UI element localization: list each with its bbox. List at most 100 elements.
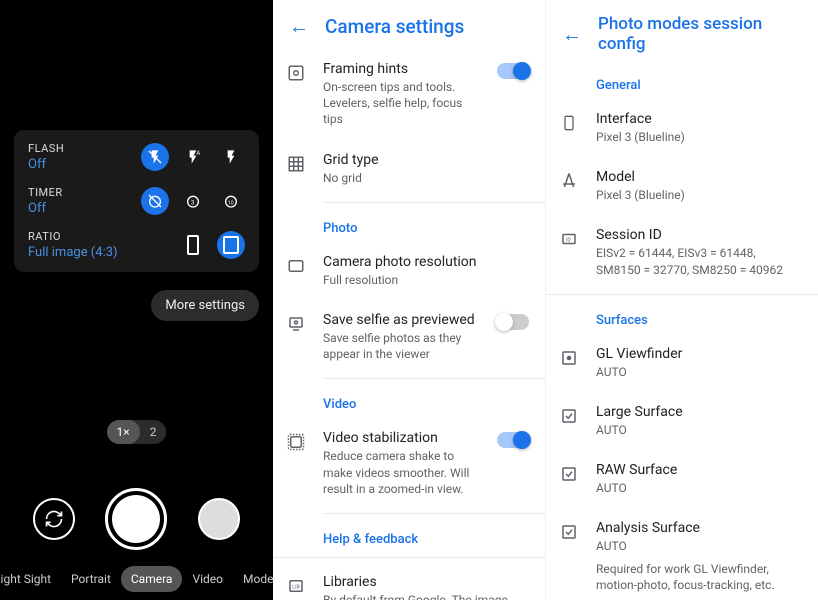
- config-title: Photo modes session config: [598, 14, 802, 54]
- zoom-1x[interactable]: 1×: [107, 420, 140, 444]
- model-sub: Pixel 3 (Blueline): [596, 187, 802, 203]
- flash-label: FLASH: [28, 142, 64, 155]
- zoom-2x[interactable]: 2: [140, 420, 167, 444]
- stabilization-title: Video stabilization: [323, 430, 481, 446]
- stabilization-sub: Reduce camera shake to make videos smoot…: [323, 448, 481, 497]
- selfie-toggle[interactable]: [497, 314, 529, 330]
- gallery-thumbnail[interactable]: [198, 498, 240, 540]
- svg-text:A: A: [196, 150, 200, 157]
- ratio-full-icon[interactable]: [217, 231, 245, 259]
- interface-item[interactable]: Interface Pixel 3 (Blueline): [546, 99, 818, 157]
- selfie-icon: [285, 313, 307, 335]
- large-title: Large Surface: [596, 404, 802, 420]
- check-box-icon: [558, 405, 580, 427]
- mode-camera[interactable]: Camera: [121, 566, 183, 592]
- check-box-icon: [558, 521, 580, 543]
- large-surface-item[interactable]: Large Surface AUTO: [546, 392, 818, 450]
- analysis-sub: AUTO: [596, 538, 802, 554]
- zoom-control[interactable]: 1× 2: [107, 420, 167, 444]
- mode-night-sight[interactable]: Night Sight: [0, 566, 61, 592]
- stabilization-toggle[interactable]: [497, 432, 529, 448]
- svg-text:10: 10: [228, 200, 234, 206]
- flash-auto-icon[interactable]: A: [179, 143, 207, 171]
- video-section-label: Video: [273, 383, 545, 418]
- timer-label: TIMER: [28, 186, 63, 199]
- back-arrow-icon[interactable]: ←: [562, 22, 582, 47]
- ratio-row[interactable]: RATIO Full image (4:3): [28, 230, 245, 260]
- resolution-title: Camera photo resolution: [323, 254, 529, 270]
- raw-title: RAW Surface: [596, 462, 802, 478]
- session-id-item[interactable]: ID Session ID EISv2 = 61444, EISv3 = 614…: [546, 215, 818, 289]
- stabilization-item[interactable]: Video stabilization Reduce camera shake …: [273, 418, 545, 509]
- gl-title: GL Viewfinder: [596, 346, 802, 362]
- analysis-title: Analysis Surface: [596, 520, 802, 536]
- svg-text:ID: ID: [566, 238, 571, 244]
- timer-10s-icon[interactable]: 10: [217, 187, 245, 215]
- flash-row[interactable]: FLASH Off A: [28, 142, 245, 172]
- camera-viewfinder: FLASH Off A TIMER Off 3 10 RATIO: [0, 0, 273, 600]
- session-sub: EISv2 = 61444, EISv3 = 61448, SM8150 = 3…: [596, 245, 802, 277]
- gl-sub: AUTO: [596, 364, 802, 380]
- mode-portrait[interactable]: Portrait: [61, 566, 121, 592]
- shutter-button[interactable]: [105, 488, 167, 550]
- gl-viewfinder-item[interactable]: GL Viewfinder AUTO: [546, 334, 818, 392]
- raw-surface-item[interactable]: RAW Surface AUTO: [546, 450, 818, 508]
- timer-3s-icon[interactable]: 3: [179, 187, 207, 215]
- grid-type-item[interactable]: Grid type No grid: [273, 140, 545, 198]
- raw-sub: AUTO: [596, 480, 802, 496]
- back-arrow-icon[interactable]: ←: [289, 14, 309, 39]
- framing-hints-item[interactable]: Framing hints On-screen tips and tools. …: [273, 49, 545, 140]
- resolution-item[interactable]: Camera photo resolution Full resolution: [273, 242, 545, 300]
- check-box-icon: [558, 463, 580, 485]
- flash-value: Off: [28, 157, 64, 172]
- grid-title: Grid type: [323, 152, 529, 168]
- camera-settings-panel: ← Camera settings Framing hints On-scree…: [273, 0, 546, 600]
- framing-title: Framing hints: [323, 61, 481, 77]
- model-item[interactable]: Model Pixel 3 (Blueline): [546, 157, 818, 215]
- timer-value: Off: [28, 201, 63, 216]
- settings-title: Camera settings: [325, 15, 464, 38]
- ratio-value: Full image (4:3): [28, 245, 118, 260]
- compass-icon: [558, 170, 580, 192]
- flip-camera-button[interactable]: [33, 498, 75, 540]
- interface-title: Interface: [596, 111, 802, 127]
- timer-row[interactable]: TIMER Off 3 10: [28, 186, 245, 216]
- model-title: Model: [596, 169, 802, 185]
- grid-icon: [285, 153, 307, 175]
- selfie-item[interactable]: Save selfie as previewed Save selfie pho…: [273, 300, 545, 374]
- flash-on-icon[interactable]: [217, 143, 245, 171]
- grid-sub: No grid: [323, 170, 529, 186]
- framing-toggle[interactable]: [497, 63, 529, 79]
- resolution-sub: Full resolution: [323, 272, 529, 288]
- surface-icon: [558, 347, 580, 369]
- analysis-note: Required for work GL Viewfinder, motion-…: [596, 561, 802, 593]
- selfie-title: Save selfie as previewed: [323, 312, 481, 328]
- large-sub: AUTO: [596, 422, 802, 438]
- ratio-label: RATIO: [28, 230, 118, 243]
- svg-text:3: 3: [191, 199, 194, 206]
- libraries-sub: By default from Google. The image proces…: [323, 592, 529, 600]
- libraries-icon: LIB: [285, 575, 307, 597]
- libraries-title: Libraries: [323, 574, 529, 590]
- flash-off-icon[interactable]: [141, 143, 169, 171]
- phone-icon: [558, 112, 580, 134]
- resolution-icon: [285, 255, 307, 277]
- analysis-surface-item[interactable]: Analysis Surface AUTO Required for work …: [546, 508, 818, 600]
- session-config-panel: ← Photo modes session config General Int…: [546, 0, 818, 600]
- framing-icon: [285, 62, 307, 84]
- stabilization-icon: [285, 431, 307, 453]
- surfaces-section-label: Surfaces: [546, 299, 818, 334]
- help-section-label[interactable]: Help & feedback: [273, 518, 545, 553]
- mode-video[interactable]: Video: [182, 566, 233, 592]
- more-settings-button[interactable]: More settings: [151, 290, 259, 321]
- quick-settings-panel: FLASH Off A TIMER Off 3 10 RATIO: [14, 130, 259, 272]
- ratio-tall-icon[interactable]: [179, 231, 207, 259]
- libraries-item[interactable]: LIB Libraries By default from Google. Th…: [273, 562, 545, 600]
- svg-text:LIB: LIB: [292, 584, 300, 590]
- interface-sub: Pixel 3 (Blueline): [596, 129, 802, 145]
- mode-bar[interactable]: Night Sight Portrait Camera Video Modes: [0, 566, 273, 592]
- photo-section-label: Photo: [273, 207, 545, 242]
- timer-off-icon[interactable]: [141, 187, 169, 215]
- general-section-label: General: [546, 64, 818, 99]
- selfie-sub: Save selfie photos as they appear in the…: [323, 330, 481, 362]
